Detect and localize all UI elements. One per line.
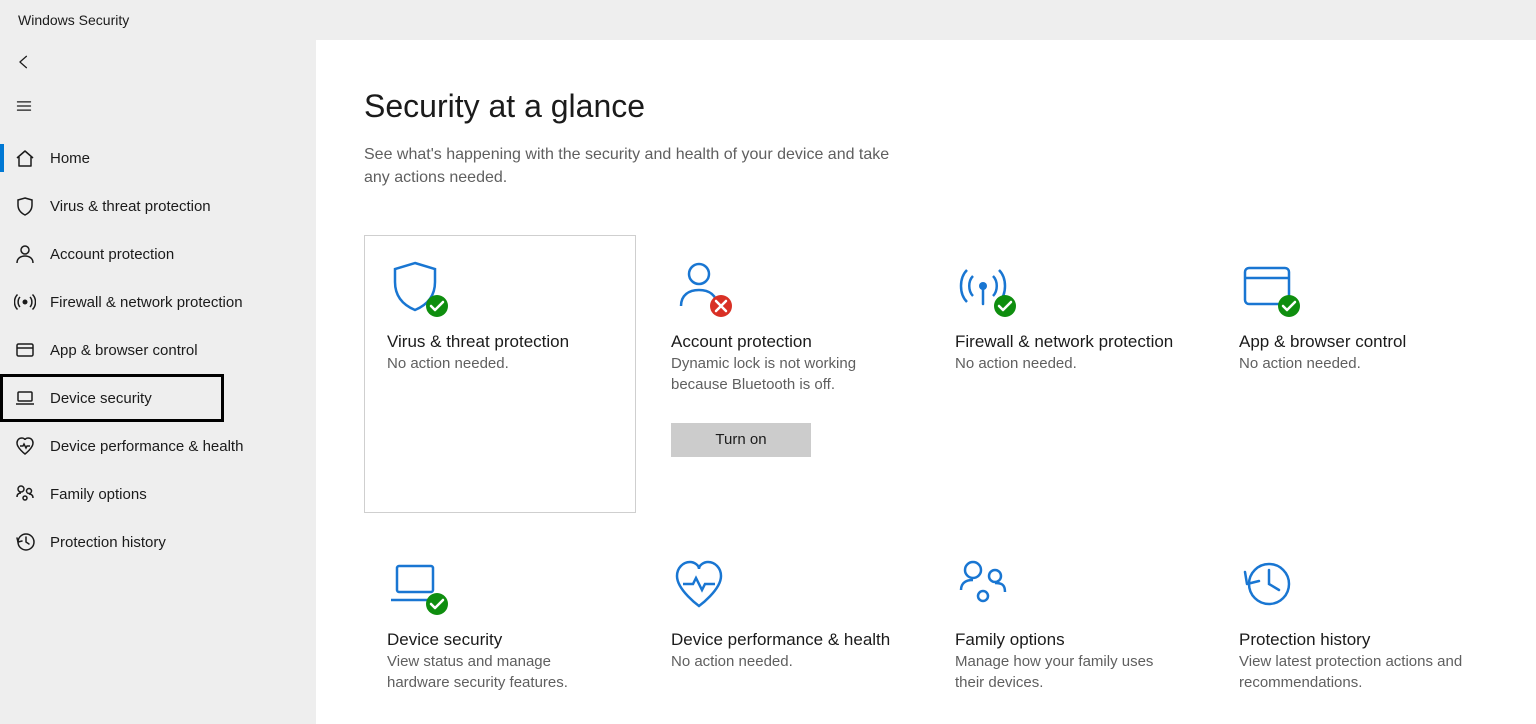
history-icon	[14, 531, 36, 553]
sidebar-item-label: Family options	[50, 486, 147, 503]
sidebar: Home Virus & threat protection Account p…	[0, 40, 316, 724]
tile-history[interactable]: Protection history View latest protectio…	[1216, 533, 1488, 712]
tile-icon-wrap	[671, 556, 727, 612]
sidebar-nav: Home Virus & threat protection Account p…	[0, 134, 316, 566]
tile-title: Device performance & health	[671, 630, 897, 650]
back-icon	[15, 53, 33, 71]
home-icon	[14, 147, 36, 169]
page-subtitle: See what's happening with the security a…	[364, 143, 904, 189]
sidebar-item-account[interactable]: Account protection	[0, 230, 316, 278]
tile-icon-wrap	[955, 556, 1011, 612]
sidebar-item-label: Device performance & health	[50, 438, 243, 455]
sidebar-item-family[interactable]: Family options	[0, 470, 316, 518]
turn-on-button[interactable]: Turn on	[671, 423, 811, 457]
laptop-icon	[14, 387, 36, 409]
tile-title: Protection history	[1239, 630, 1465, 650]
heart-icon	[671, 556, 727, 612]
window-title: Windows Security	[18, 12, 129, 28]
tile-icon-wrap	[955, 258, 1011, 314]
family-icon	[14, 483, 36, 505]
tile-text: View status and manage hardware security…	[387, 652, 613, 693]
window-titlebar: Windows Security	[0, 0, 1536, 40]
tile-text: No action needed.	[387, 354, 613, 374]
main-content: Security at a glance See what's happenin…	[316, 40, 1536, 724]
tile-title: App & browser control	[1239, 332, 1465, 352]
tile-icon-wrap	[1239, 556, 1295, 612]
tile-title: Device security	[387, 630, 613, 650]
tile-perf[interactable]: Device performance & health No action ne…	[648, 533, 920, 712]
radio-icon	[14, 291, 36, 313]
tile-text: No action needed.	[671, 652, 897, 672]
tile-title: Virus & threat protection	[387, 332, 613, 352]
tile-title: Firewall & network protection	[955, 332, 1181, 352]
status-error-icon	[709, 294, 733, 318]
heart-icon	[14, 435, 36, 457]
tiles-grid: Virus & threat protection No action need…	[364, 235, 1488, 712]
sidebar-item-appbrowser[interactable]: App & browser control	[0, 326, 316, 374]
sidebar-item-home[interactable]: Home	[0, 134, 316, 182]
history-icon	[1239, 556, 1295, 612]
tile-virus[interactable]: Virus & threat protection No action need…	[364, 235, 636, 513]
sidebar-item-label: Account protection	[50, 246, 174, 263]
tile-account[interactable]: Account protection Dynamic lock is not w…	[648, 235, 920, 513]
tile-appbrowser[interactable]: App & browser control No action needed.	[1216, 235, 1488, 513]
sidebar-item-label: Virus & threat protection	[50, 198, 211, 215]
tile-title: Account protection	[671, 332, 897, 352]
tile-family[interactable]: Family options Manage how your family us…	[932, 533, 1204, 712]
sidebar-item-label: Firewall & network protection	[50, 294, 243, 311]
status-ok-icon	[1277, 294, 1301, 318]
tile-icon-wrap	[387, 556, 443, 612]
sidebar-item-label: Protection history	[50, 534, 166, 551]
tile-device[interactable]: Device security View status and manage h…	[364, 533, 636, 712]
sidebar-item-label: App & browser control	[50, 342, 198, 359]
tile-icon-wrap	[1239, 258, 1295, 314]
person-icon	[14, 243, 36, 265]
status-ok-icon	[425, 592, 449, 616]
tile-text: Manage how your family uses their device…	[955, 652, 1181, 693]
sidebar-item-perf[interactable]: Device performance & health	[0, 422, 316, 470]
sidebar-item-history[interactable]: Protection history	[0, 518, 316, 566]
tile-text: No action needed.	[1239, 354, 1465, 374]
tile-icon-wrap	[671, 258, 727, 314]
menu-button[interactable]	[0, 84, 48, 128]
sidebar-item-firewall[interactable]: Firewall & network protection	[0, 278, 316, 326]
tile-text: No action needed.	[955, 354, 1181, 374]
tile-text: Dynamic lock is not working because Blue…	[671, 354, 897, 395]
sidebar-item-virus[interactable]: Virus & threat protection	[0, 182, 316, 230]
tile-title: Family options	[955, 630, 1181, 650]
status-ok-icon	[425, 294, 449, 318]
status-ok-icon	[993, 294, 1017, 318]
tile-text: View latest protection actions and recom…	[1239, 652, 1465, 693]
shield-icon	[14, 195, 36, 217]
back-button[interactable]	[0, 40, 48, 84]
sidebar-item-label: Home	[50, 150, 90, 167]
sidebar-item-label: Device security	[50, 390, 152, 407]
menu-icon	[15, 97, 33, 115]
page-title: Security at a glance	[364, 88, 1488, 125]
tile-firewall[interactable]: Firewall & network protection No action …	[932, 235, 1204, 513]
sidebar-item-device[interactable]: Device security	[0, 374, 224, 422]
window-icon	[14, 339, 36, 361]
family-icon	[955, 556, 1011, 612]
tile-icon-wrap	[387, 258, 443, 314]
